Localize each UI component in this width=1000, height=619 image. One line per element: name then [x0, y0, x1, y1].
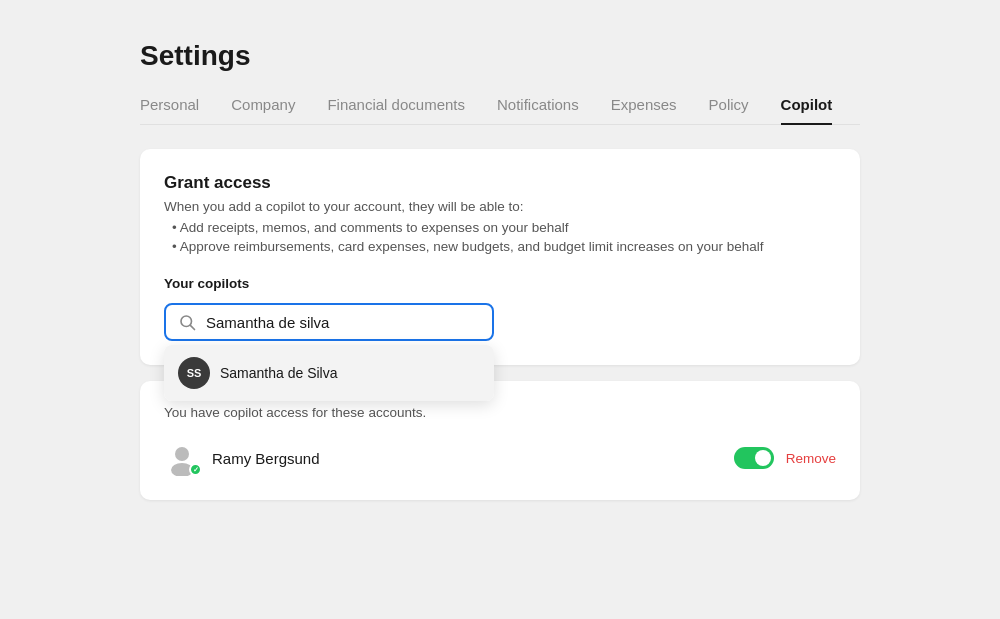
- tab-copilot[interactable]: Copilot: [781, 96, 833, 125]
- search-container: SS Samantha de Silva: [164, 303, 494, 341]
- avatar-ss: SS: [178, 357, 210, 389]
- tab-expenses[interactable]: Expenses: [611, 96, 677, 125]
- svg-point-2: [175, 447, 189, 461]
- dropdown-item-name: Samantha de Silva: [220, 365, 338, 381]
- search-icon: [178, 313, 196, 331]
- grant-access-bullet-2: Approve reimbursements, card expenses, n…: [172, 237, 836, 256]
- copilot-toggle[interactable]: [734, 447, 774, 469]
- tab-policy[interactable]: Policy: [709, 96, 749, 125]
- grant-access-list: Add receipts, memos, and comments to exp…: [164, 218, 836, 256]
- copilot-active-indicator: [189, 463, 202, 476]
- tab-financial-documents[interactable]: Financial documents: [327, 96, 465, 125]
- grant-access-description: When you add a copilot to your account, …: [164, 199, 836, 214]
- dropdown-item-samantha[interactable]: SS Samantha de Silva: [164, 345, 494, 401]
- tab-personal[interactable]: Personal: [140, 96, 199, 125]
- copilot-user-name: Ramy Bergsund: [212, 450, 320, 467]
- tabs-nav: Personal Company Financial documents Not…: [140, 96, 860, 125]
- copilot-search-input[interactable]: [206, 314, 480, 331]
- user-avatar-wrapper: [164, 440, 200, 476]
- tab-company[interactable]: Company: [231, 96, 295, 125]
- copilot-user: Ramy Bergsund: [164, 440, 320, 476]
- tab-notifications[interactable]: Notifications: [497, 96, 579, 125]
- your-copilots-label: Your copilots: [164, 276, 836, 291]
- copilot-access-description: You have copilot access for these accoun…: [164, 405, 836, 420]
- page-title: Settings: [140, 40, 860, 72]
- copilot-actions: Remove: [734, 447, 836, 469]
- avatar-initials: SS: [187, 367, 202, 379]
- copilot-row-ramy: Ramy Bergsund Remove: [164, 440, 836, 476]
- page-container: Settings Personal Company Financial docu…: [140, 40, 860, 500]
- search-dropdown: SS Samantha de Silva: [164, 345, 494, 401]
- svg-line-1: [190, 325, 194, 329]
- grant-access-bullet-1: Add receipts, memos, and comments to exp…: [172, 218, 836, 237]
- search-input-wrapper: [164, 303, 494, 341]
- grant-access-card: Grant access When you add a copilot to y…: [140, 149, 860, 365]
- grant-access-title: Grant access: [164, 173, 836, 193]
- remove-button[interactable]: Remove: [786, 451, 836, 466]
